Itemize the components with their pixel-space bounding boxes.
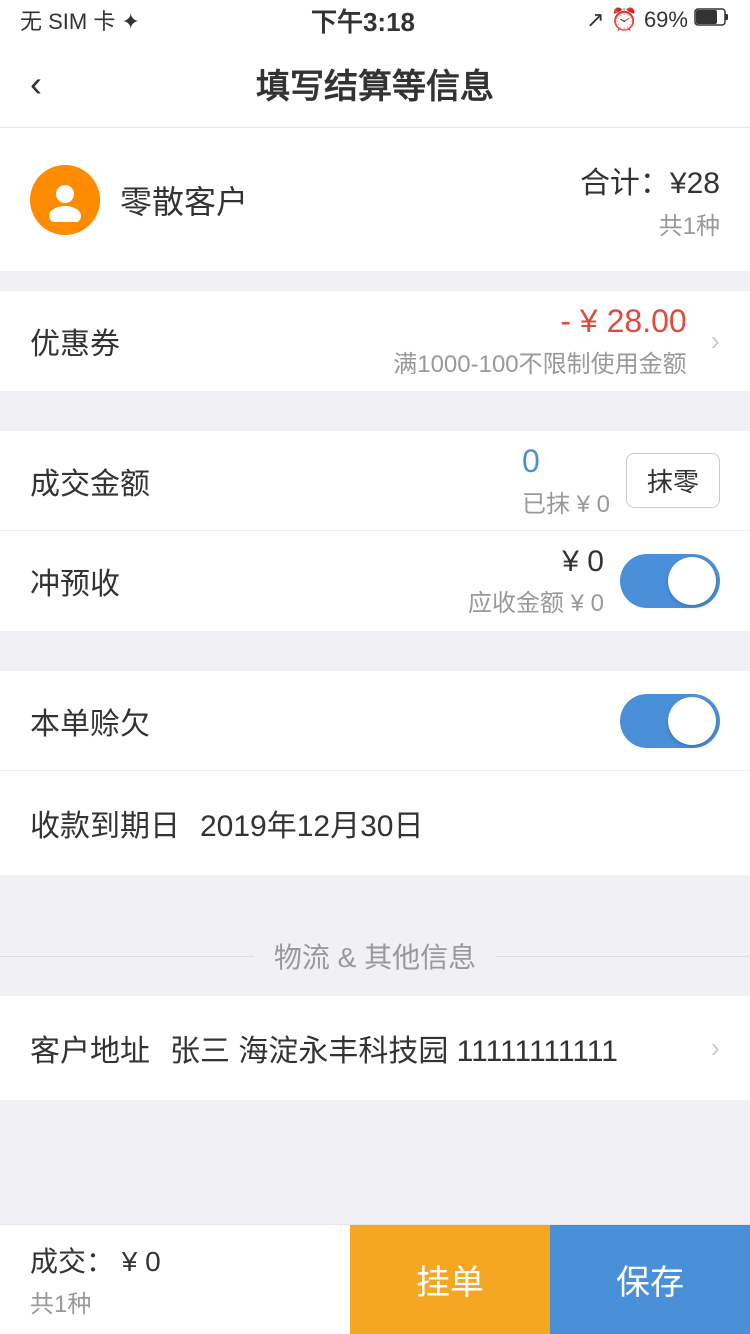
content: 零散客户 合计：¥28 共1种 优惠券 - ¥ 28.00 满1000-100不… <box>0 128 750 1240</box>
status-left: 无 SIM 卡 ✦ <box>20 4 140 36</box>
prepayment-receivable: 应收金额 ¥ 0 <box>468 583 604 618</box>
prepayment-label: 冲预收 <box>30 559 120 603</box>
credit-section: 本单赊欠 收款到期日 2019年12月30日 <box>0 671 750 876</box>
bottom-summary-main: 成交： ¥ 0 <box>30 1240 320 1280</box>
due-date-value[interactable]: 2019年12月30日 <box>200 801 423 845</box>
coupon-row[interactable]: 优惠券 - ¥ 28.00 满1000-100不限制使用金额 › <box>0 291 750 391</box>
coupon-right: - ¥ 28.00 满1000-100不限制使用金额 › <box>393 303 720 379</box>
transaction-right: 0 已抹 ¥ 0 抹零 <box>522 443 720 519</box>
status-time: 下午3:18 <box>311 2 415 39</box>
coupon-section: 优惠券 - ¥ 28.00 满1000-100不限制使用金额 › <box>0 291 750 391</box>
coupon-discount: - ¥ 28.00 <box>393 303 686 340</box>
transaction-amount: 0 <box>522 443 610 480</box>
address-value: 张三 海淀永丰科技园 11111111111 <box>170 1026 703 1070</box>
coupon-label: 优惠券 <box>30 319 120 363</box>
prepayment-right: ¥ 0 应收金额 ¥ 0 <box>468 545 720 618</box>
customer-left: 零散客户 <box>30 165 248 235</box>
status-bar: 无 SIM 卡 ✦ 下午3:18 ↗ ⏰ 69% <box>0 0 750 40</box>
divider-2 <box>0 651 750 671</box>
transaction-info: 0 已抹 ¥ 0 <box>522 443 610 519</box>
credit-label: 本单赊欠 <box>30 699 150 743</box>
prepayment-amount: ¥ 0 <box>468 545 604 579</box>
credit-row: 本单赊欠 <box>0 671 750 771</box>
customer-right: 合计：¥28 共1种 <box>580 158 720 241</box>
battery-icon <box>694 7 730 33</box>
transaction-row: 成交金额 0 已抹 ¥ 0 抹零 <box>0 431 750 531</box>
battery-text: 69% <box>644 7 688 33</box>
bottom-summary: 成交： ¥ 0 共1种 <box>0 1240 350 1319</box>
address-row[interactable]: 客户地址 张三 海淀永丰科技园 11111111111 › <box>0 996 750 1100</box>
due-date-row: 收款到期日 2019年12月30日 <box>0 771 750 876</box>
customer-section: 零散客户 合计：¥28 共1种 <box>0 128 750 271</box>
bottom-summary-sub: 共1种 <box>30 1284 320 1319</box>
logistics-title: 物流 & 其他信息 <box>254 936 496 976</box>
credit-toggle-circle <box>668 697 716 745</box>
customer-avatar <box>30 165 100 235</box>
total-price: 合计：¥28 <box>580 158 720 202</box>
user-icon <box>43 178 87 222</box>
transaction-deducted: 已抹 ¥ 0 <box>522 484 610 519</box>
rounding-button[interactable]: 抹零 <box>626 453 720 508</box>
save-button[interactable]: 保存 <box>550 1225 750 1334</box>
toggle-circle <box>668 557 716 605</box>
pending-button[interactable]: 挂单 <box>350 1225 550 1334</box>
coupon-chevron-icon: › <box>711 325 720 357</box>
bottom-bar: 成交： ¥ 0 共1种 挂单 保存 <box>0 1224 750 1334</box>
status-right: ↗ ⏰ 69% <box>586 7 730 33</box>
logistics-header: 物流 & 其他信息 <box>0 916 750 996</box>
prepayment-info: ¥ 0 应收金额 ¥ 0 <box>468 545 604 618</box>
nav-bar: ‹ 填写结算等信息 <box>0 40 750 128</box>
page-title: 填写结算等信息 <box>256 59 494 108</box>
customer-name: 零散客户 <box>120 177 248 223</box>
credit-toggle[interactable] <box>620 694 720 748</box>
no-sim-text: 无 SIM 卡 ✦ <box>20 4 140 36</box>
divider-3 <box>0 896 750 916</box>
location-icon: ↗ <box>586 7 604 33</box>
total-count: 共1种 <box>580 206 720 241</box>
credit-right <box>620 694 720 748</box>
alarm-icon: ⏰ <box>611 7 638 33</box>
back-button[interactable]: ‹ <box>30 63 42 105</box>
coupon-description: 满1000-100不限制使用金额 <box>393 344 686 379</box>
coupon-info: - ¥ 28.00 满1000-100不限制使用金额 <box>393 303 686 379</box>
address-label: 客户地址 <box>30 1026 150 1070</box>
divider-1 <box>0 411 750 431</box>
address-chevron-icon: › <box>711 1032 720 1064</box>
transaction-label: 成交金额 <box>30 459 150 503</box>
prepayment-row: 冲预收 ¥ 0 应收金额 ¥ 0 <box>0 531 750 631</box>
address-section: 客户地址 张三 海淀永丰科技园 11111111111 › <box>0 996 750 1100</box>
transaction-section: 成交金额 0 已抹 ¥ 0 抹零 冲预收 ¥ 0 应收金额 ¥ 0 <box>0 431 750 631</box>
prepayment-toggle[interactable] <box>620 554 720 608</box>
due-date-label: 收款到期日 <box>30 801 180 845</box>
